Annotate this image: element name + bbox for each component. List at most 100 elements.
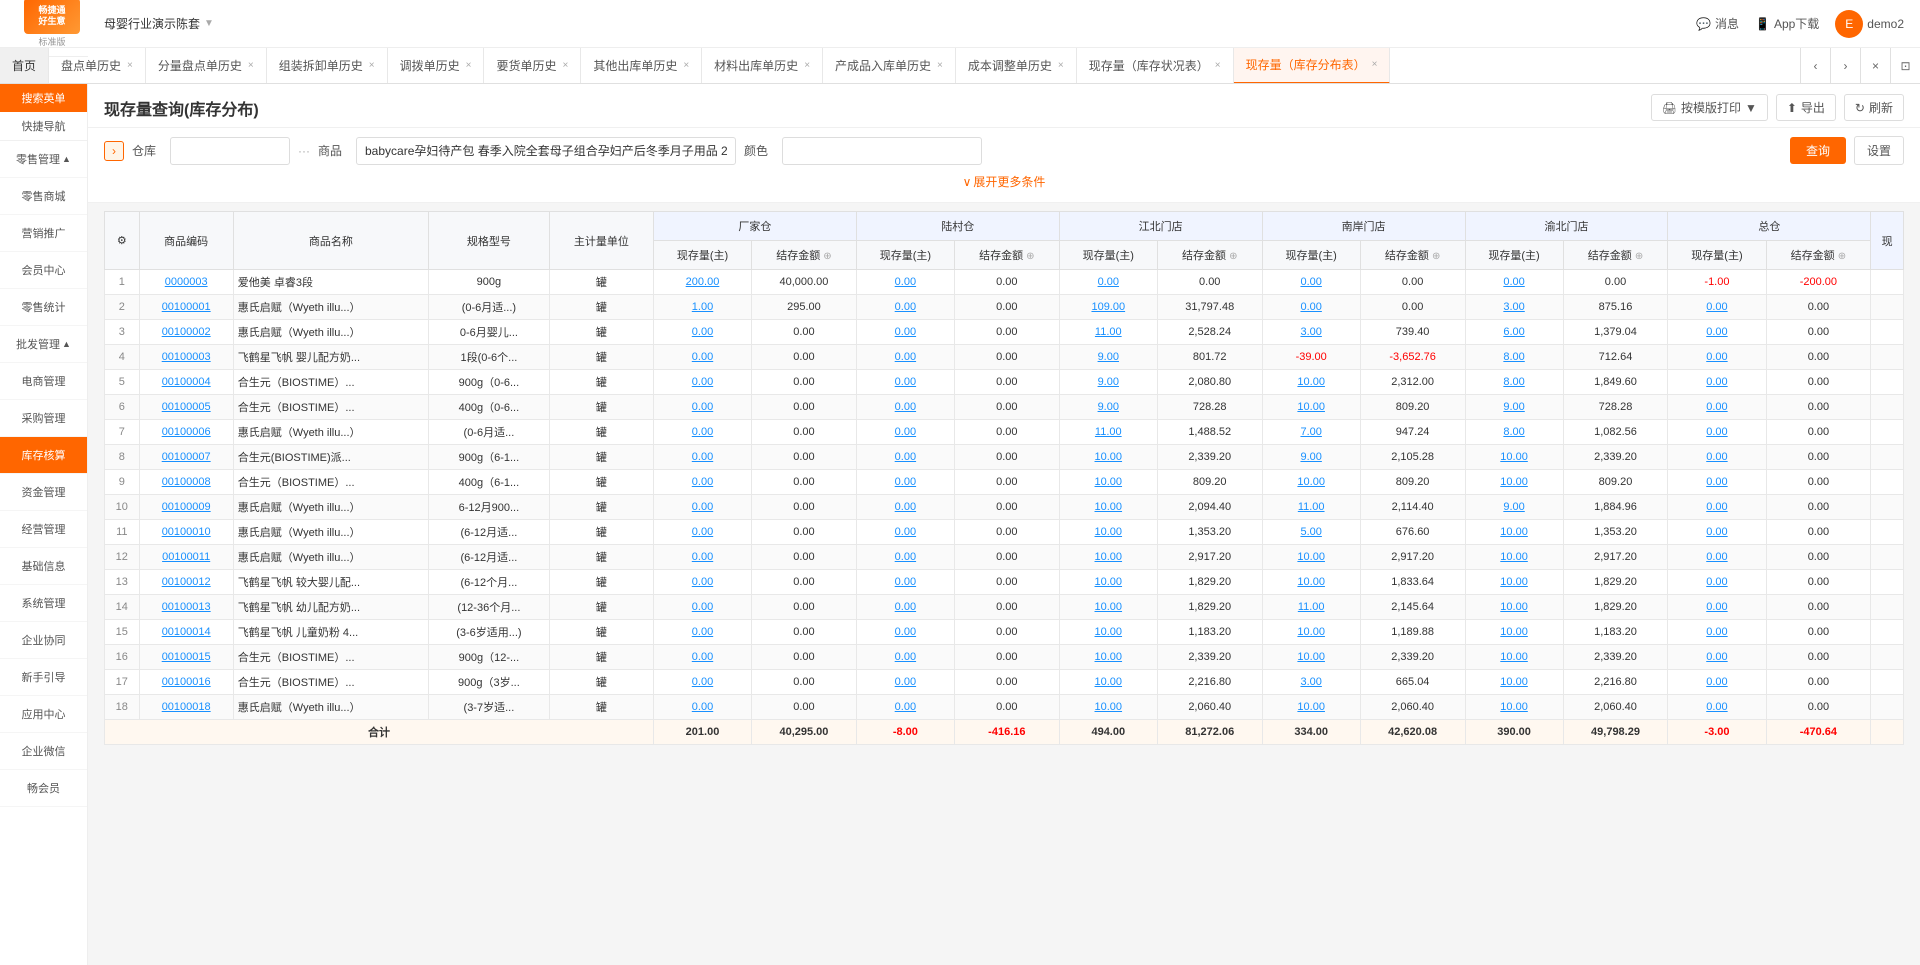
product-code[interactable]: 00100008 — [139, 470, 233, 495]
cell[interactable]: 0.00 — [653, 645, 751, 670]
tab-7[interactable]: 材料出库单历史 × — [702, 48, 823, 84]
cell[interactable]: 0.00 — [653, 345, 751, 370]
cell[interactable]: 0.00 — [1668, 670, 1766, 695]
tab-next-btn[interactable]: › — [1830, 48, 1860, 84]
cell[interactable]: 10.00 — [1465, 545, 1563, 570]
cell[interactable]: 0.00 — [856, 695, 954, 720]
product-code[interactable]: 00100009 — [139, 495, 233, 520]
cell[interactable]: 10.00 — [1262, 645, 1360, 670]
product-input[interactable] — [356, 137, 736, 165]
cell[interactable]: 0.00 — [856, 545, 954, 570]
cell[interactable]: 3.00 — [1465, 295, 1563, 320]
cell[interactable]: 10.00 — [1059, 445, 1157, 470]
sidebar-item-finance[interactable]: 资金管理 — [0, 474, 87, 511]
tab-expand-btn[interactable]: ⊡ — [1890, 48, 1920, 84]
cell[interactable]: 8.00 — [1465, 345, 1563, 370]
cell[interactable]: 0.00 — [1668, 620, 1766, 645]
cell[interactable]: 0.00 — [856, 470, 954, 495]
tab-close-icon[interactable]: × — [562, 60, 568, 71]
cell[interactable]: 10.00 — [1059, 545, 1157, 570]
product-code[interactable]: 00100005 — [139, 395, 233, 420]
filter-arrow-btn[interactable]: › — [104, 141, 124, 161]
cell[interactable]: 10.00 — [1059, 620, 1157, 645]
cell[interactable]: 9.00 — [1465, 395, 1563, 420]
cell[interactable]: 0.00 — [1668, 370, 1766, 395]
product-code[interactable]: 00100004 — [139, 370, 233, 395]
cell[interactable]: -39.00 — [1262, 345, 1360, 370]
cell[interactable]: 9.00 — [1059, 395, 1157, 420]
print-btn[interactable]: 🖨 按模版打印 ▼ — [1651, 94, 1768, 121]
cell[interactable]: 10.00 — [1059, 645, 1157, 670]
tab-5[interactable]: 要货单历史 × — [484, 48, 581, 84]
sidebar-item-member-center[interactable]: 会员中心 — [0, 252, 87, 289]
cell[interactable]: 0.00 — [1668, 570, 1766, 595]
cell[interactable]: 0.00 — [856, 645, 954, 670]
sidebar-item-retail-stats[interactable]: 零售统计 — [0, 289, 87, 326]
tab-close-icon[interactable]: × — [127, 60, 133, 71]
sidebar-item-basic-info[interactable]: 基础信息 — [0, 548, 87, 585]
tab-close-all-btn[interactable]: × — [1860, 48, 1890, 84]
message-btn[interactable]: 💬 消息 — [1696, 15, 1739, 32]
tab-close-icon[interactable]: × — [369, 60, 375, 71]
tab-close-icon[interactable]: × — [248, 60, 254, 71]
product-code[interactable]: 00100015 — [139, 645, 233, 670]
cell[interactable]: 0.00 — [1668, 595, 1766, 620]
cell[interactable]: 200.00 — [653, 270, 751, 295]
cell[interactable]: 6.00 — [1465, 320, 1563, 345]
cell[interactable]: 10.00 — [1059, 595, 1157, 620]
sidebar-item-retail-mall[interactable]: 零售商城 — [0, 178, 87, 215]
cell[interactable]: 0.00 — [1668, 695, 1766, 720]
cell[interactable]: 10.00 — [1059, 570, 1157, 595]
product-code[interactable]: 00100016 — [139, 670, 233, 695]
cell[interactable]: 0.00 — [1465, 270, 1563, 295]
cell[interactable]: 10.00 — [1465, 595, 1563, 620]
tab-11[interactable]: 现存量（库存分布表） × — [1234, 48, 1391, 84]
cell[interactable]: 0.00 — [653, 670, 751, 695]
tab-8[interactable]: 产成品入库单历史 × — [823, 48, 956, 84]
product-code[interactable]: 00100003 — [139, 345, 233, 370]
product-code[interactable]: 00100002 — [139, 320, 233, 345]
sidebar-item-marketing[interactable]: 营销推广 — [0, 215, 87, 252]
sidebar-item-app-center[interactable]: 应用中心 — [0, 696, 87, 733]
cell[interactable]: 0.00 — [653, 570, 751, 595]
cell[interactable]: 10.00 — [1465, 620, 1563, 645]
tab-home[interactable]: 首页 — [0, 48, 49, 84]
cell[interactable]: 0.00 — [653, 445, 751, 470]
cell[interactable]: 0.00 — [1668, 495, 1766, 520]
cell[interactable]: 10.00 — [1465, 670, 1563, 695]
cell[interactable]: 1.00 — [653, 295, 751, 320]
cell[interactable]: 8.00 — [1465, 370, 1563, 395]
sidebar-search[interactable]: 搜索英单 — [0, 84, 87, 112]
cell[interactable]: 3.00 — [1262, 320, 1360, 345]
cell[interactable]: 0.00 — [856, 670, 954, 695]
product-code[interactable]: 00100014 — [139, 620, 233, 645]
cell[interactable]: 0.00 — [653, 370, 751, 395]
cell[interactable]: 0.00 — [1668, 645, 1766, 670]
cell[interactable]: 10.00 — [1465, 470, 1563, 495]
setting-btn[interactable]: 设置 — [1854, 136, 1904, 165]
cell[interactable]: 0.00 — [1668, 445, 1766, 470]
cell[interactable]: 0.00 — [653, 595, 751, 620]
tab-close-icon[interactable]: × — [1372, 59, 1378, 70]
cell[interactable]: 0.00 — [653, 695, 751, 720]
cell[interactable]: 10.00 — [1465, 645, 1563, 670]
cell[interactable]: 109.00 — [1059, 295, 1157, 320]
sidebar-item-inventory[interactable]: 库存核算 — [0, 437, 87, 474]
cell[interactable]: 0.00 — [856, 445, 954, 470]
company-selector[interactable]: 母婴行业演示陈套 ▼ — [96, 15, 214, 32]
cell[interactable]: 10.00 — [1465, 695, 1563, 720]
cell[interactable]: 0.00 — [653, 495, 751, 520]
tab-close-icon[interactable]: × — [804, 60, 810, 71]
cell[interactable]: 0.00 — [1262, 295, 1360, 320]
sidebar-item-purchase[interactable]: 采购管理 — [0, 400, 87, 437]
sidebar-quick-nav[interactable]: 快捷导航 — [0, 112, 87, 141]
cell[interactable]: 0.00 — [1668, 545, 1766, 570]
cell[interactable]: 9.00 — [1059, 370, 1157, 395]
cell[interactable]: 0.00 — [1668, 295, 1766, 320]
cell[interactable]: 5.00 — [1262, 520, 1360, 545]
product-code[interactable]: 00100006 — [139, 420, 233, 445]
cell[interactable]: 0.00 — [1668, 520, 1766, 545]
cell[interactable]: 10.00 — [1262, 695, 1360, 720]
tab-prev-btn[interactable]: ‹ — [1800, 48, 1830, 84]
cell[interactable]: 10.00 — [1262, 395, 1360, 420]
